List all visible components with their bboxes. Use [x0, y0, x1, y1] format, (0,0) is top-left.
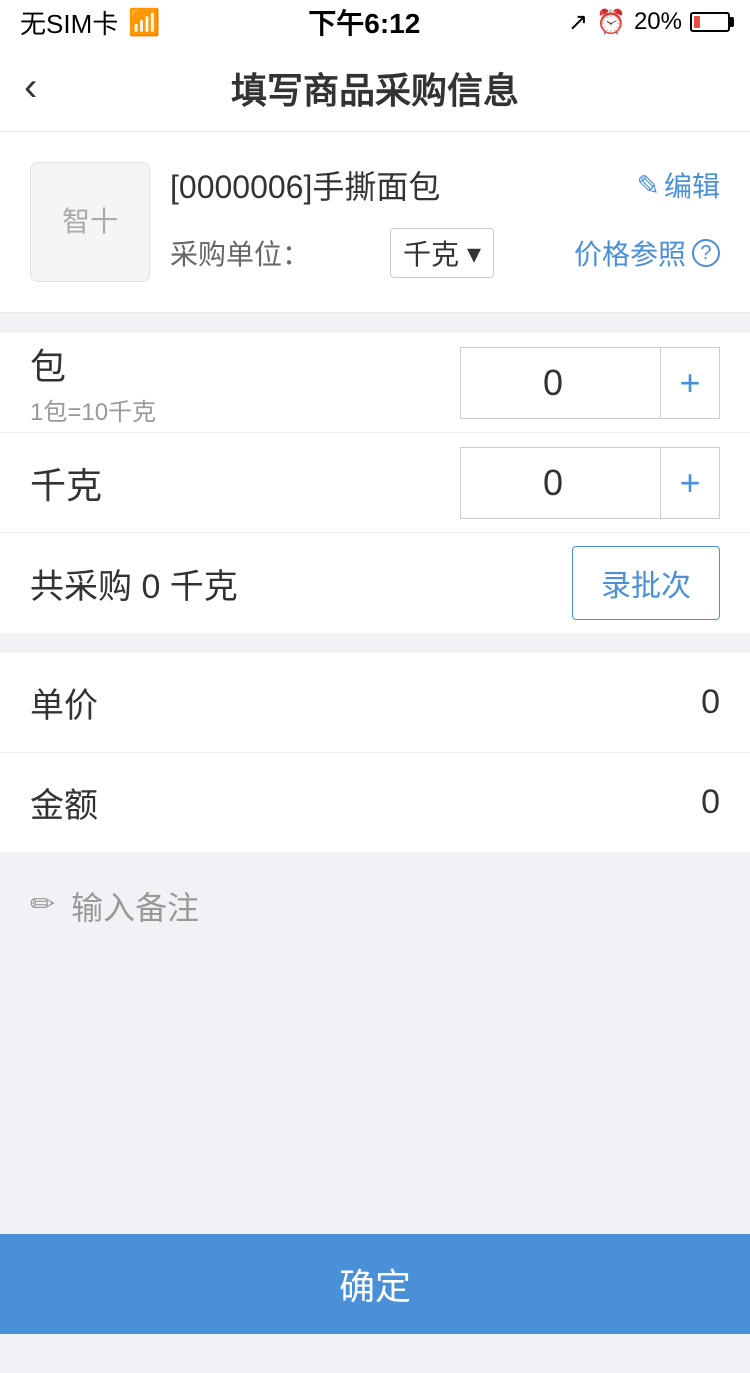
- unit-row: 采购单位： 千克 ▾ 价格参照 ?: [170, 228, 720, 278]
- price-section: 单价 0 金额 0: [0, 653, 750, 853]
- status-bar: 无SIM卡 📶 下午6:12 ↗ ⏰ 20%: [0, 0, 750, 44]
- location-icon: ↗: [568, 8, 588, 37]
- battery-percent: 20%: [634, 8, 682, 36]
- unit-select[interactable]: 千克 ▾: [390, 228, 494, 278]
- battery-fill: [694, 16, 700, 28]
- bao-plus-button[interactable]: +: [660, 347, 720, 419]
- price-ref-label: 价格参照: [574, 233, 686, 273]
- status-right: ↗ ⏰ 20%: [568, 8, 730, 37]
- empty-content-area: [0, 973, 750, 1273]
- bao-input[interactable]: [460, 347, 660, 419]
- info-icon: ?: [692, 239, 720, 267]
- section-divider-2: [0, 633, 750, 653]
- remark-section[interactable]: ✏ 输入备注: [0, 853, 750, 973]
- back-button[interactable]: ‹: [24, 65, 37, 110]
- unit-label: 采购单位：: [170, 233, 310, 273]
- product-name-row: [0000006]手撕面包 ✎ 编辑: [170, 162, 720, 208]
- amount-value: 0: [701, 783, 720, 822]
- input-section: 包 1包=10千克 + 千克 + 共采购 0 千克 录批次: [0, 333, 750, 633]
- price-ref-button[interactable]: 价格参照 ?: [574, 233, 720, 273]
- section-divider-1: [0, 313, 750, 333]
- product-info: [0000006]手撕面包 ✎ 编辑 采购单位： 千克 ▾ 价格参照 ?: [170, 162, 720, 278]
- bao-sub-label: 1包=10千克: [30, 392, 460, 427]
- product-logo: 智十: [62, 205, 118, 239]
- unit-price-row: 单价 0: [0, 653, 750, 753]
- kg-label-group: 千克: [30, 457, 460, 509]
- bao-label-group: 包 1包=10千克: [30, 338, 460, 427]
- amount-row: 金额 0: [0, 753, 750, 853]
- unit-price-label: 单价: [30, 678, 98, 727]
- unit-value: 千克: [403, 233, 459, 273]
- alarm-icon: ⏰: [596, 8, 626, 37]
- summary-row: 共采购 0 千克 录批次: [0, 533, 750, 633]
- pencil-icon: ✏: [30, 887, 55, 922]
- remark-placeholder: 输入备注: [71, 883, 199, 929]
- edit-label: 编辑: [664, 165, 720, 205]
- wifi-icon: 📶: [128, 7, 160, 38]
- product-name: [0000006]手撕面包: [170, 162, 440, 208]
- summary-text: 共采购 0 千克: [30, 559, 238, 608]
- kg-input-wrap: +: [460, 447, 720, 519]
- bao-label: 包: [30, 338, 460, 390]
- edit-button[interactable]: ✎ 编辑: [637, 165, 720, 205]
- kg-input[interactable]: [460, 447, 660, 519]
- page-title: 填写商品采购信息: [231, 62, 519, 114]
- batch-button[interactable]: 录批次: [572, 546, 720, 620]
- bao-input-wrap: +: [460, 347, 720, 419]
- product-thumbnail: 智十: [30, 162, 150, 282]
- product-card: 智十 [0000006]手撕面包 ✎ 编辑 采购单位： 千克 ▾ 价格参照 ?: [0, 132, 750, 313]
- battery-icon: [690, 12, 730, 32]
- kg-row: 千克 +: [0, 433, 750, 533]
- edit-icon: ✎: [637, 169, 660, 202]
- kg-label: 千克: [30, 457, 460, 509]
- nav-bar: ‹ 填写商品采购信息: [0, 44, 750, 132]
- kg-plus-button[interactable]: +: [660, 447, 720, 519]
- confirm-button[interactable]: 确定: [0, 1234, 750, 1334]
- unit-price-value: 0: [701, 683, 720, 722]
- status-left: 无SIM卡 📶: [20, 4, 161, 41]
- status-time: 下午6:12: [308, 2, 420, 42]
- bao-row: 包 1包=10千克 +: [0, 333, 750, 433]
- carrier-text: 无SIM卡: [20, 4, 118, 41]
- chevron-down-icon: ▾: [467, 237, 481, 270]
- amount-label: 金额: [30, 778, 98, 827]
